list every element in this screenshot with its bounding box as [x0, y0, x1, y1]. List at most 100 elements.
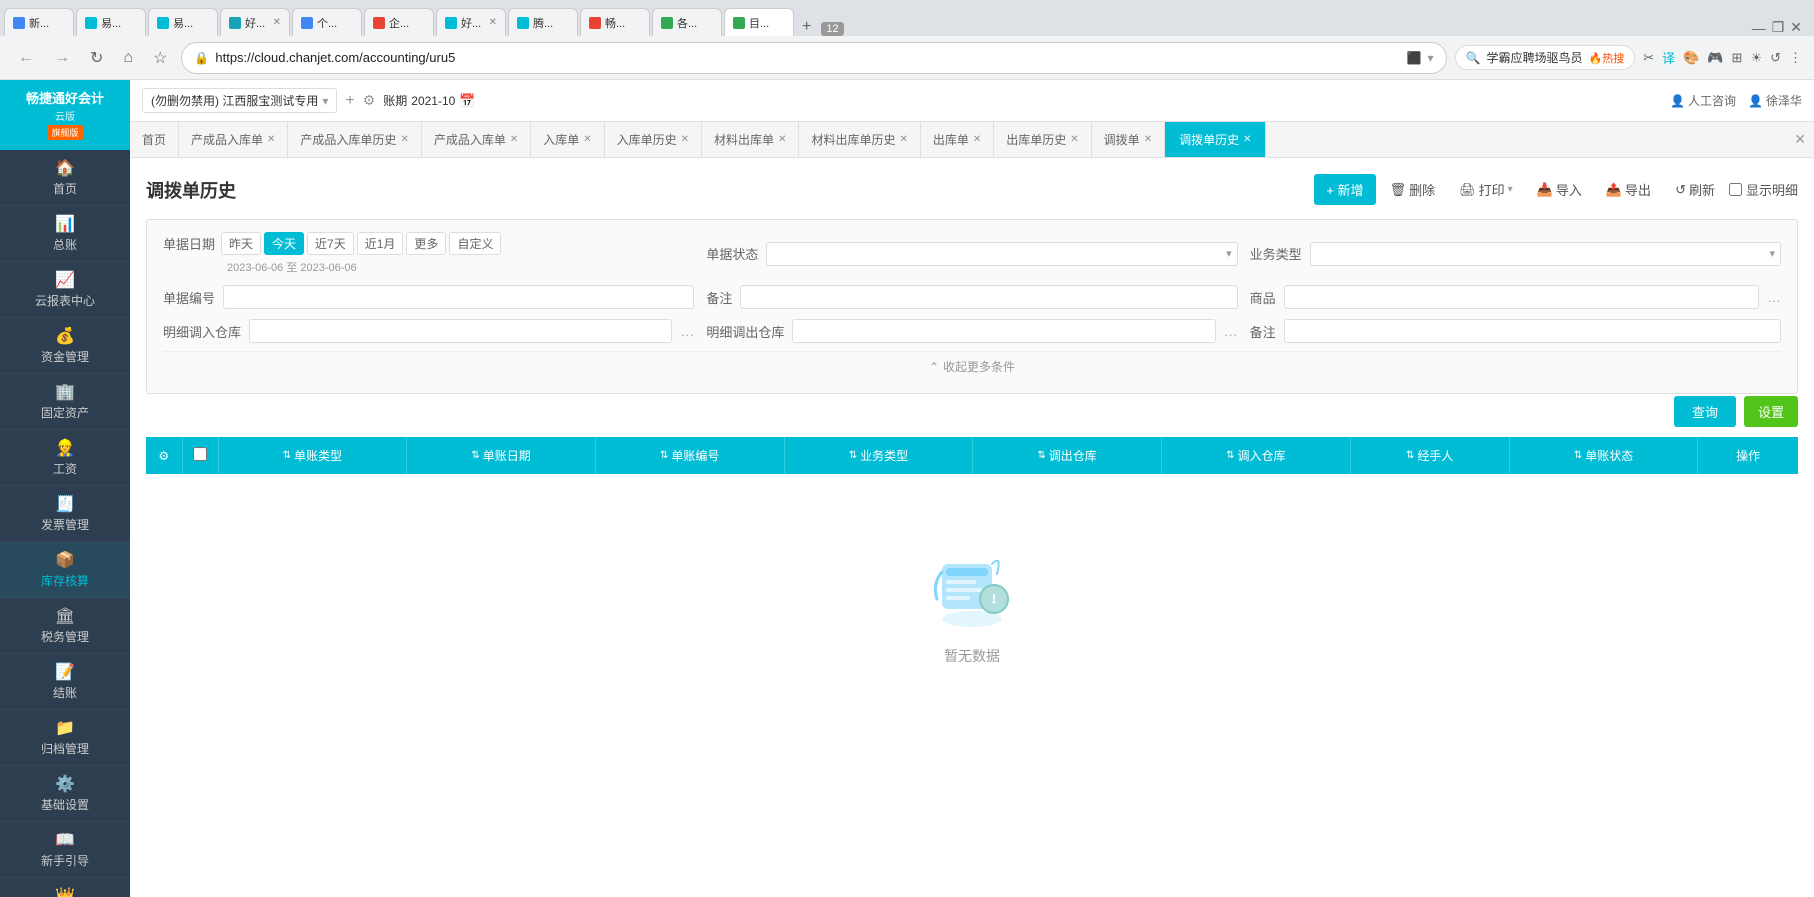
table-col-gear[interactable]: ⚙: [146, 437, 182, 474]
tab-x[interactable]: ✕: [267, 134, 275, 145]
sort-icon[interactable]: ⇅: [471, 450, 479, 461]
date-custom[interactable]: 自定义: [449, 232, 501, 255]
nav-refresh[interactable]: ↻: [84, 44, 109, 72]
print-btn[interactable]: 🖨 打印 ▾: [1449, 174, 1523, 205]
browser-tab-3[interactable]: 易...: [148, 8, 218, 36]
sidebar-item-assets[interactable]: 🏢 固定资产: [0, 374, 130, 430]
tab-x[interactable]: ✕: [681, 134, 689, 145]
goods-more-icon[interactable]: …: [1767, 289, 1781, 305]
biztype-select[interactable]: [1310, 242, 1781, 266]
sort-icon[interactable]: ⇅: [1037, 450, 1045, 461]
page-tab-inbound-hist[interactable]: 入库单历史 ✕: [605, 122, 702, 158]
sort-icon[interactable]: ⇅: [1574, 450, 1582, 461]
remark-input[interactable]: [740, 285, 1237, 309]
sidebar-item-closing[interactable]: 📝 结账: [0, 654, 130, 710]
address-bar[interactable]: 🔒 https://cloud.chanjet.com/accounting/u…: [181, 42, 1446, 74]
sidebar-item-guide[interactable]: 📖 新手引导: [0, 822, 130, 878]
window-close[interactable]: ✕: [1790, 19, 1802, 36]
date-7days[interactable]: 近7天: [307, 232, 354, 255]
display-toggle[interactable]: 显示明细: [1729, 180, 1798, 199]
sidebar-item-archive[interactable]: 📁 归档管理: [0, 710, 130, 766]
sidebar-item-invoice[interactable]: 🧾 发票管理: [0, 486, 130, 542]
tab-x[interactable]: ✕: [1144, 134, 1152, 145]
detail-in-more-icon[interactable]: …: [680, 323, 694, 339]
sort-icon[interactable]: ⇅: [849, 450, 857, 461]
extension-2[interactable]: 🎮: [1707, 50, 1723, 66]
detail-in-input[interactable]: [249, 319, 672, 343]
tab-x[interactable]: ✕: [778, 134, 786, 145]
tab-x[interactable]: ✕: [1243, 134, 1251, 145]
page-tab-product-in-hist[interactable]: 产成品入库单历史 ✕: [288, 122, 421, 158]
add-company-btn[interactable]: +: [345, 92, 354, 110]
brightness-icon[interactable]: ☀: [1750, 50, 1762, 66]
sort-icon[interactable]: ⇅: [283, 450, 291, 461]
sort-icon[interactable]: ⇅: [660, 450, 668, 461]
new-btn[interactable]: + 新增: [1314, 174, 1375, 205]
menu-icon[interactable]: ⋮: [1789, 50, 1802, 66]
status-select[interactable]: [766, 242, 1237, 266]
tab-bar-close[interactable]: ✕: [1786, 131, 1814, 148]
dropdown-icon[interactable]: ▾: [1428, 51, 1434, 65]
new-tab-button[interactable]: +: [796, 18, 817, 36]
collapse-btn[interactable]: ⌃ 收起更多条件: [163, 351, 1781, 381]
sidebar-item-home[interactable]: 🏠 首页: [0, 150, 130, 206]
service-btn[interactable]: 👤 人工咨询: [1670, 92, 1736, 109]
page-tab-inbound[interactable]: 入库单 ✕: [531, 122, 604, 158]
browser-tab-7[interactable]: 好... ✕: [436, 8, 506, 36]
date-1month[interactable]: 近1月: [357, 232, 404, 255]
browser-tab-9[interactable]: 畅...: [580, 8, 650, 36]
page-tab-product-in2[interactable]: 产成品入库单 ✕: [422, 122, 531, 158]
date-yesterday[interactable]: 昨天: [221, 232, 261, 255]
refresh-btn[interactable]: ↺ 刷新: [1665, 174, 1725, 205]
browser-tab-11[interactable]: 目...: [724, 8, 794, 36]
delete-btn[interactable]: 🗑 删除: [1380, 174, 1446, 205]
export-btn[interactable]: 📤 导出: [1596, 174, 1661, 205]
date-more[interactable]: 更多: [406, 232, 446, 255]
tab-x[interactable]: ✕: [899, 134, 907, 145]
nav-back[interactable]: ←: [12, 45, 40, 71]
tab-x[interactable]: ✕: [583, 134, 591, 145]
select-all-checkbox[interactable]: [193, 447, 207, 461]
nav-forward[interactable]: →: [48, 45, 76, 71]
sidebar-item-reports[interactable]: 📈 云报表中心: [0, 262, 130, 318]
display-checkbox[interactable]: [1729, 183, 1742, 196]
browser-tab-1[interactable]: 新...: [4, 8, 74, 36]
window-maximize[interactable]: ❐: [1772, 19, 1785, 36]
sidebar-item-funds[interactable]: 💰 资金管理: [0, 318, 130, 374]
sidebar-item-inventory[interactable]: 📦 库存核算: [0, 542, 130, 598]
nav-star[interactable]: ☆: [147, 44, 173, 72]
translate-icon[interactable]: 译: [1662, 48, 1675, 67]
undo-icon[interactable]: ↺: [1770, 50, 1781, 66]
page-tab-transfer-hist[interactable]: 调拨单历史 ✕: [1165, 122, 1266, 158]
browser-tab-2[interactable]: 易...: [76, 8, 146, 36]
browser-tab-10[interactable]: 各...: [652, 8, 722, 36]
tab-x[interactable]: ✕: [400, 134, 408, 145]
sidebar-item-settings[interactable]: ⚙️ 基础设置: [0, 766, 130, 822]
query-btn[interactable]: 查询: [1674, 396, 1736, 427]
period-selector[interactable]: 账期 2021-10 📅: [383, 92, 475, 109]
table-settings-icon[interactable]: ⚙: [158, 449, 169, 463]
page-tab-material-out[interactable]: 材料出库单 ✕: [702, 122, 799, 158]
docno-input[interactable]: [223, 285, 694, 309]
date-today[interactable]: 今天: [264, 232, 304, 255]
page-tab-product-in[interactable]: 产成品入库单 ✕: [179, 122, 288, 158]
goods-input[interactable]: [1284, 285, 1759, 309]
sort-icon[interactable]: ⇅: [1406, 450, 1414, 461]
browser-tab-8[interactable]: 腾...: [508, 8, 578, 36]
detail-remark-input[interactable]: [1284, 319, 1781, 343]
tab-x[interactable]: ✕: [973, 134, 981, 145]
sidebar-item-tax[interactable]: 🏛 税务管理: [0, 598, 130, 654]
page-tab-outbound-hist[interactable]: 出库单历史 ✕: [994, 122, 1091, 158]
sidebar-item-ledger[interactable]: 📊 总账: [0, 206, 130, 262]
page-tab-material-out-hist[interactable]: 材料出库单历史 ✕: [799, 122, 920, 158]
sidebar-item-payroll[interactable]: 👷 工资: [0, 430, 130, 486]
user-avatar[interactable]: 👤 徐泽华: [1748, 92, 1802, 109]
company-settings-icon[interactable]: ⚙: [363, 92, 376, 109]
browser-tab-6[interactable]: 企...: [364, 8, 434, 36]
detail-out-input[interactable]: [792, 319, 1215, 343]
tab-close-4[interactable]: ✕: [273, 17, 281, 28]
tab-x[interactable]: ✕: [1070, 134, 1078, 145]
sidebar-item-member[interactable]: 👑 畅会员: [0, 878, 130, 897]
settings-filter-btn[interactable]: 设置: [1744, 396, 1798, 427]
page-tab-home[interactable]: 首页: [130, 122, 179, 158]
